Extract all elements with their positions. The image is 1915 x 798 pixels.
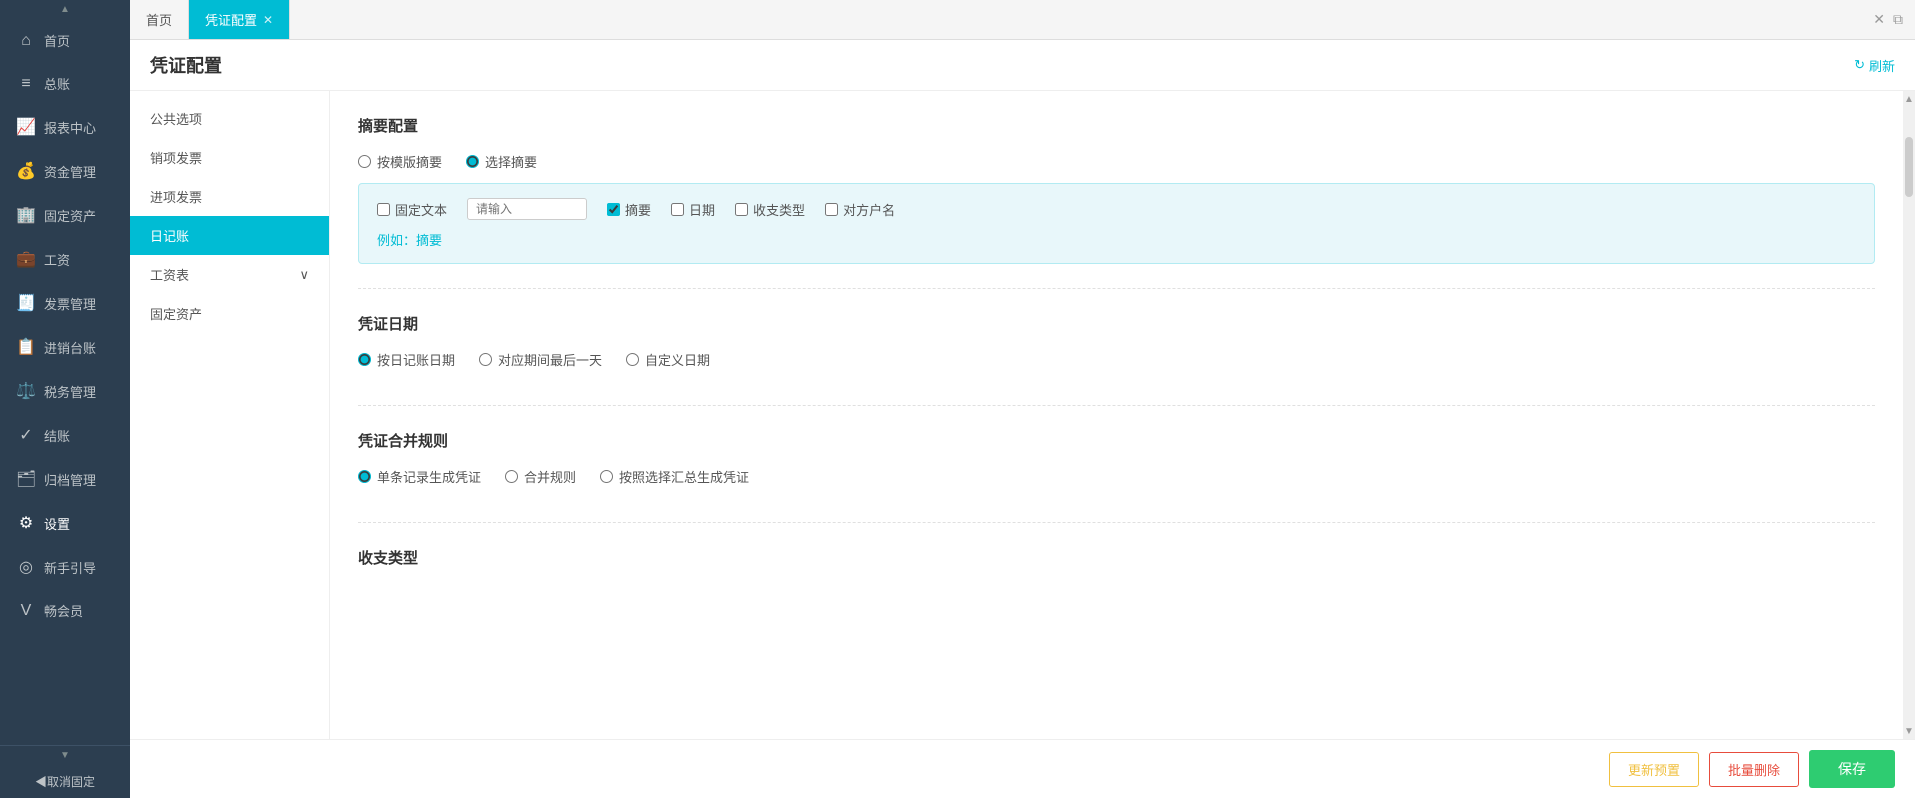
sidebar-item-purchase[interactable]: 📋 进销台账 [0, 325, 130, 369]
scroll-up-arrow[interactable]: ▲ [1903, 91, 1915, 107]
settings-icon: ⚙ [16, 513, 36, 533]
sidebar-item-funds[interactable]: 💰 资金管理 [0, 149, 130, 193]
date-section: 凭证日期 按日记账日期 对应期间最后一天 自定义日期 [358, 313, 1875, 406]
checkbox-summary[interactable]: 摘要 [607, 200, 651, 219]
date-radio-group: 按日记账日期 对应期间最后一天 自定义日期 [358, 350, 1875, 369]
checkbox-date[interactable]: 日期 [671, 200, 715, 219]
tax-icon: ⚖️ [16, 381, 36, 401]
left-nav-public[interactable]: 公共选项 [130, 99, 329, 138]
checkbox-income-type[interactable]: 收支类型 [735, 200, 805, 219]
home-icon: ⌂ [16, 32, 36, 50]
sidebar-item-checkout[interactable]: ✓ 结账 [0, 413, 130, 457]
date-radio-diary[interactable]: 按日记账日期 [358, 350, 455, 369]
page-header: 凭证配置 ↻ 刷新 [130, 40, 1915, 91]
cancel-pin-button[interactable]: ◀取消固定 [0, 765, 130, 798]
date-title: 凭证日期 [358, 313, 1875, 334]
vip-icon: V [16, 602, 36, 620]
sidebar-item-settings[interactable]: ⚙ 设置 [0, 501, 130, 545]
checkbox-counterpart[interactable]: 对方户名 [825, 200, 895, 219]
sidebar-item-vip[interactable]: V 畅会员 [0, 589, 130, 632]
invoice-icon: 🧾 [16, 293, 36, 313]
assets-icon: 🏢 [16, 205, 36, 225]
update-preview-button[interactable]: 更新预置 [1609, 752, 1699, 787]
tab-voucher-config[interactable]: 凭证配置 ✕ [189, 0, 290, 39]
income-type-section: 收支类型 [358, 547, 1875, 608]
income-type-title: 收支类型 [358, 547, 1875, 568]
funds-icon: 💰 [16, 161, 36, 181]
footer-bar: 更新预置 批量删除 保存 [130, 739, 1915, 798]
sidebar-item-home[interactable]: ⌂ 首页 [0, 19, 130, 62]
expand-icon: ∨ [299, 267, 309, 283]
summary-radio-group: 按模版摘要 选择摘要 [358, 152, 1875, 171]
refresh-icon: ↻ [1854, 57, 1865, 73]
guide-icon: ◎ [16, 557, 36, 577]
summary-radio-select[interactable]: 选择摘要 [466, 152, 537, 171]
summary-radio-template[interactable]: 按模版摘要 [358, 152, 442, 171]
archive-icon: 🗂 [16, 469, 36, 489]
sidebar-item-tax[interactable]: ⚖️ 税务管理 [0, 369, 130, 413]
sidebar-item-archive[interactable]: 🗂 归档管理 [0, 457, 130, 501]
sidebar: ▲ ⌂ 首页 ≡ 总账 📈 报表中心 💰 资金管理 🏢 固定资产 💼 工资 🧾 … [0, 0, 130, 798]
tab-close-icon[interactable]: ✕ [263, 13, 273, 27]
window-controls: ✕ ⧉ [1873, 11, 1915, 28]
sidebar-item-invoice[interactable]: 🧾 发票管理 [0, 281, 130, 325]
merge-radio-summary[interactable]: 按照选择汇总生成凭证 [600, 467, 749, 486]
left-nav-payroll[interactable]: 工资表 ∨ [130, 255, 329, 294]
save-button[interactable]: 保存 [1809, 750, 1895, 788]
left-nav-fixed-assets[interactable]: 固定资产 [130, 294, 329, 333]
ledger-icon: ≡ [16, 75, 36, 93]
left-nav-sales-invoice[interactable]: 销项发票 [130, 138, 329, 177]
summary-title: 摘要配置 [358, 115, 1875, 136]
checkout-icon: ✓ [16, 425, 36, 445]
sidebar-item-reports[interactable]: 📈 报表中心 [0, 105, 130, 149]
left-nav: 公共选项 销项发票 进项发票 日记账 工资表 ∨ 固定资产 [130, 91, 330, 739]
purchase-icon: 📋 [16, 337, 36, 357]
summary-section: 摘要配置 按模版摘要 选择摘要 固定文本 [358, 115, 1875, 289]
content-layout: 公共选项 销项发票 进项发票 日记账 工资表 ∨ 固定资产 摘要配置 [130, 91, 1915, 739]
left-nav-diary[interactable]: 日记账 [130, 216, 329, 255]
merge-section: 凭证合并规则 单条记录生成凭证 合并规则 按照选择汇总生成凭证 [358, 430, 1875, 523]
tab-home[interactable]: 首页 [130, 0, 189, 39]
date-radio-custom[interactable]: 自定义日期 [626, 350, 710, 369]
scroll-thumb[interactable] [1905, 137, 1913, 197]
page-title: 凭证配置 [150, 52, 222, 78]
sidebar-item-guide[interactable]: ◎ 新手引导 [0, 545, 130, 589]
refresh-button[interactable]: ↻ 刷新 [1854, 56, 1895, 75]
checkbox-fixed-text[interactable]: 固定文本 [377, 200, 447, 219]
window-restore-icon[interactable]: ⧉ [1893, 11, 1903, 28]
sidebar-footer: ▼ ◀取消固定 [0, 745, 130, 798]
sidebar-item-assets[interactable]: 🏢 固定资产 [0, 193, 130, 237]
sidebar-scroll-down[interactable]: ▼ [0, 746, 130, 765]
salary-icon: 💼 [16, 249, 36, 269]
summary-config-box: 固定文本 摘要 日期 收支类型 [358, 183, 1875, 264]
summary-example: 例如：摘要 [377, 230, 1856, 249]
merge-radio-single[interactable]: 单条记录生成凭证 [358, 467, 481, 486]
tab-bar: 首页 凭证配置 ✕ ✕ ⧉ [130, 0, 1915, 40]
scrollbar[interactable]: ▲ ▼ [1903, 91, 1915, 739]
main-area: 首页 凭证配置 ✕ ✕ ⧉ 凭证配置 ↻ 刷新 公共选项 销项发票 进 [130, 0, 1915, 798]
reports-icon: 📈 [16, 117, 36, 137]
left-nav-purchase-invoice[interactable]: 进项发票 [130, 177, 329, 216]
merge-radio-rule[interactable]: 合并规则 [505, 467, 576, 486]
merge-title: 凭证合并规则 [358, 430, 1875, 451]
sidebar-item-salary[interactable]: 💼 工资 [0, 237, 130, 281]
sidebar-scroll-up[interactable]: ▲ [0, 0, 130, 19]
merge-radio-group: 单条记录生成凭证 合并规则 按照选择汇总生成凭证 [358, 467, 1875, 486]
right-content: 摘要配置 按模版摘要 选择摘要 固定文本 [330, 91, 1903, 739]
fixed-text-input[interactable] [467, 198, 587, 220]
scroll-down-arrow[interactable]: ▼ [1903, 723, 1915, 739]
summary-checkbox-row: 固定文本 摘要 日期 收支类型 [377, 198, 1856, 220]
window-close-icon[interactable]: ✕ [1873, 11, 1885, 28]
sidebar-item-ledger[interactable]: ≡ 总账 [0, 62, 130, 105]
batch-delete-button[interactable]: 批量删除 [1709, 752, 1799, 787]
date-radio-last-day[interactable]: 对应期间最后一天 [479, 350, 602, 369]
